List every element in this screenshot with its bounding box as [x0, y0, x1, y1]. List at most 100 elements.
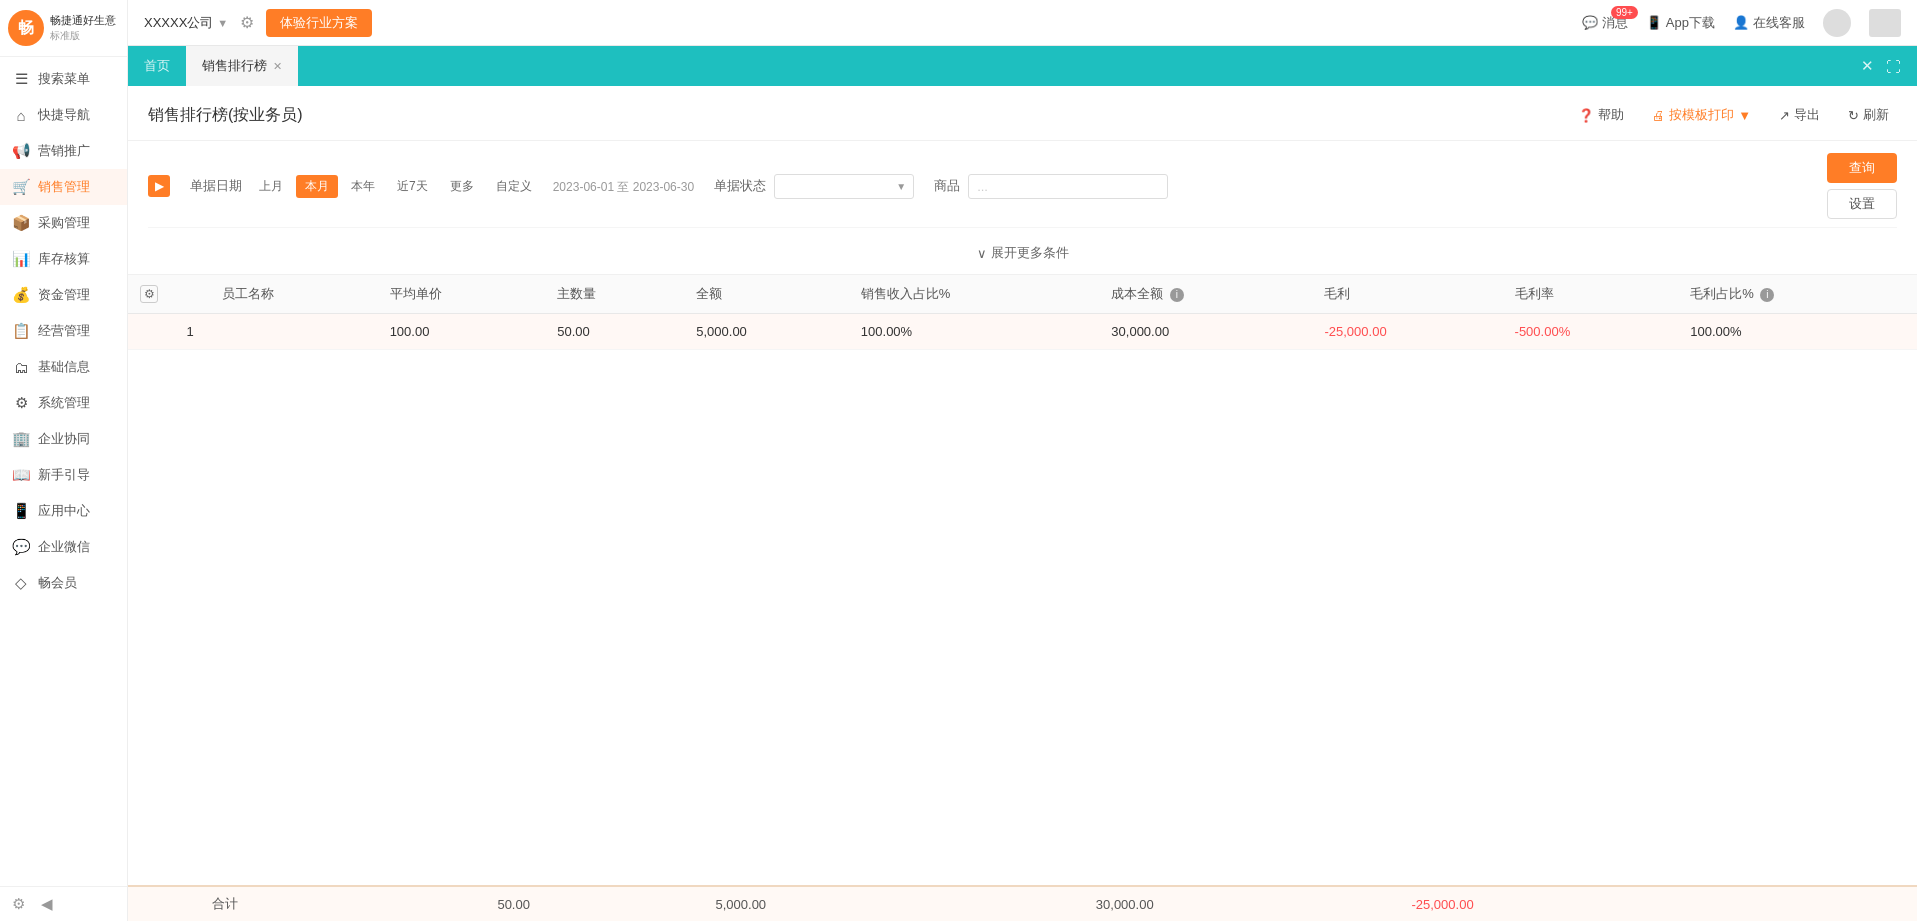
row-avg-price: 100.00: [378, 314, 546, 350]
status-select[interactable]: [774, 174, 914, 199]
sidebar-item-operations[interactable]: 📋 经营管理: [0, 313, 127, 349]
online-service-button[interactable]: 👤 在线客服: [1733, 14, 1805, 32]
sidebar-bottom: ⚙ ◀: [0, 886, 127, 921]
help-icon: ❓: [1578, 108, 1594, 123]
date-label: 单据日期: [190, 177, 242, 195]
sidebar-item-wechat[interactable]: 💬 企业微信: [0, 529, 127, 565]
footer-rank-cell: [160, 887, 200, 921]
filter-actions: 查询 设置: [1827, 153, 1897, 219]
refresh-icon: ↻: [1848, 108, 1859, 123]
footer-cost: 30,000.00: [1084, 887, 1400, 921]
content-area: 销售排行榜(按业务员) ❓ 帮助 🖨 按模板打印 ▼ ↗ 导出 ↻ 刷新: [128, 86, 1917, 921]
date-tab-this-year[interactable]: 本年: [342, 175, 384, 198]
print-button[interactable]: 🖨 按模板打印 ▼: [1644, 102, 1759, 128]
guide-icon: 📖: [12, 466, 30, 484]
sidebar-item-member[interactable]: ◇ 畅会员: [0, 565, 127, 601]
sidebar-item-label: 营销推广: [38, 142, 90, 160]
row-settings: [128, 314, 170, 350]
filter-settings-button[interactable]: 设置: [1827, 189, 1897, 219]
col-header-amount: 全额: [684, 275, 849, 314]
company-name: XXXXX公司: [144, 14, 213, 32]
app-download-label: App下载: [1666, 14, 1715, 32]
goods-filter: 商品 ...: [934, 174, 1168, 199]
filter-toggle-button[interactable]: ▶: [148, 175, 170, 197]
table-footer: 合计 50.00 5,000.00 30,000.00 -25,000.00: [128, 885, 1917, 921]
main-content: XXXXX公司 ▼ ⚙ 体验行业方案 💬 消息 99+ 📱 App下载 👤 在线…: [128, 0, 1917, 921]
col-header-qty: 主数量: [545, 275, 684, 314]
service-icon: 👤: [1733, 15, 1749, 30]
app-download-icon: 📱: [1646, 15, 1662, 30]
row-gross: -25,000.00: [1312, 314, 1502, 350]
help-button[interactable]: ❓ 帮助: [1570, 102, 1632, 128]
date-tab-7days[interactable]: 近7天: [388, 175, 437, 198]
filter-toggle-icon: ▶: [155, 179, 164, 193]
tab-close-icon[interactable]: ✕: [273, 60, 282, 73]
sidebar-item-guide[interactable]: 📖 新手引导: [0, 457, 127, 493]
settings-icon[interactable]: ⚙: [240, 13, 254, 32]
tab-home-label: 首页: [144, 57, 170, 75]
basic-info-icon: 🗂: [12, 359, 30, 376]
page-actions: ❓ 帮助 🖨 按模板打印 ▼ ↗ 导出 ↻ 刷新: [1570, 102, 1897, 128]
sidebar-item-search[interactable]: ☰ 搜索菜单: [0, 61, 127, 97]
app-icon: 📱: [12, 502, 30, 520]
col-header-avg-price: 平均单价: [378, 275, 546, 314]
user-info[interactable]: [1869, 9, 1901, 37]
date-tab-this-month[interactable]: 本月: [296, 175, 338, 198]
col-header-gross-pct: 毛利占比% i: [1678, 275, 1917, 314]
company-selector[interactable]: XXXXX公司 ▼: [144, 14, 228, 32]
tab-sales-ranking[interactable]: 销售排行榜 ✕: [186, 46, 298, 86]
cooperation-icon: 🏢: [12, 430, 30, 448]
footer-table: 合计 50.00 5,000.00 30,000.00 -25,000.00: [128, 887, 1917, 921]
goods-placeholder: ...: [977, 179, 988, 194]
sidebar-item-cooperation[interactable]: 🏢 企业协同: [0, 421, 127, 457]
row-qty: 50.00: [545, 314, 684, 350]
footer-avg-price: [393, 887, 486, 921]
tab-maximize-icon[interactable]: ⛶: [1886, 58, 1901, 75]
query-button[interactable]: 查询: [1827, 153, 1897, 183]
date-tab-last-month[interactable]: 上月: [250, 175, 292, 198]
date-tab-more[interactable]: 更多: [441, 175, 483, 198]
message-badge: 99+: [1611, 6, 1638, 19]
sidebar-item-inventory[interactable]: 📊 库存核算: [0, 241, 127, 277]
sidebar-item-quick-nav[interactable]: ⌂ 快捷导航: [0, 97, 127, 133]
home-icon: ⌂: [12, 107, 30, 124]
tab-close-window-icon[interactable]: ✕: [1861, 57, 1874, 75]
table-row: 1 100.00 50.00 5,000.00 100.00% 30,000.0…: [128, 314, 1917, 350]
col-header-employee: 员工名称: [210, 275, 378, 314]
footer-gross: -25,000.00: [1399, 887, 1731, 921]
sidebar-item-system[interactable]: ⚙ 系统管理: [0, 385, 127, 421]
sales-icon: 🛒: [12, 178, 30, 196]
sidebar-item-label: 基础信息: [38, 358, 90, 376]
tab-home[interactable]: 首页: [128, 46, 186, 86]
sidebar-item-marketing[interactable]: 📢 营销推广: [0, 133, 127, 169]
refresh-button[interactable]: ↻ 刷新: [1840, 102, 1897, 128]
sidebar-item-purchase[interactable]: 📦 采购管理: [0, 205, 127, 241]
trial-button[interactable]: 体验行业方案: [266, 9, 372, 37]
finance-icon: 💰: [12, 286, 30, 304]
footer-sales-pct: [991, 887, 1084, 921]
logo-icon: 畅: [8, 10, 44, 46]
expand-label: 展开更多条件: [991, 244, 1069, 262]
avatar[interactable]: [1823, 9, 1851, 37]
goods-input[interactable]: ...: [968, 174, 1168, 199]
expand-conditions-button[interactable]: ∨ 展开更多条件: [977, 244, 1069, 262]
collapse-icon[interactable]: ◀: [41, 895, 53, 913]
sidebar-item-label: 资金管理: [38, 286, 90, 304]
row-cost: 30,000.00: [1099, 314, 1312, 350]
sidebar-item-basic-info[interactable]: 🗂 基础信息: [0, 349, 127, 385]
sidebar-item-app[interactable]: 📱 应用中心: [0, 493, 127, 529]
sidebar-item-label: 企业微信: [38, 538, 90, 556]
column-settings-icon[interactable]: ⚙: [140, 285, 158, 303]
gross-pct-info-icon[interactable]: i: [1760, 288, 1774, 302]
message-button[interactable]: 💬 消息 99+: [1582, 14, 1628, 32]
system-icon: ⚙: [12, 394, 30, 412]
app-download-button[interactable]: 📱 App下载: [1646, 14, 1715, 32]
sidebar-item-sales[interactable]: 🛒 销售管理: [0, 169, 127, 205]
operations-icon: 📋: [12, 322, 30, 340]
export-button[interactable]: ↗ 导出: [1771, 102, 1828, 128]
cost-info-icon[interactable]: i: [1170, 288, 1184, 302]
sidebar-item-finance[interactable]: 💰 资金管理: [0, 277, 127, 313]
settings-bottom-icon[interactable]: ⚙: [12, 895, 25, 913]
filter-area: ▶ 单据日期 上月 本月 本年 近7天 更多 自定义 2023-06-01 至 …: [128, 141, 1917, 275]
date-tab-custom[interactable]: 自定义: [487, 175, 541, 198]
